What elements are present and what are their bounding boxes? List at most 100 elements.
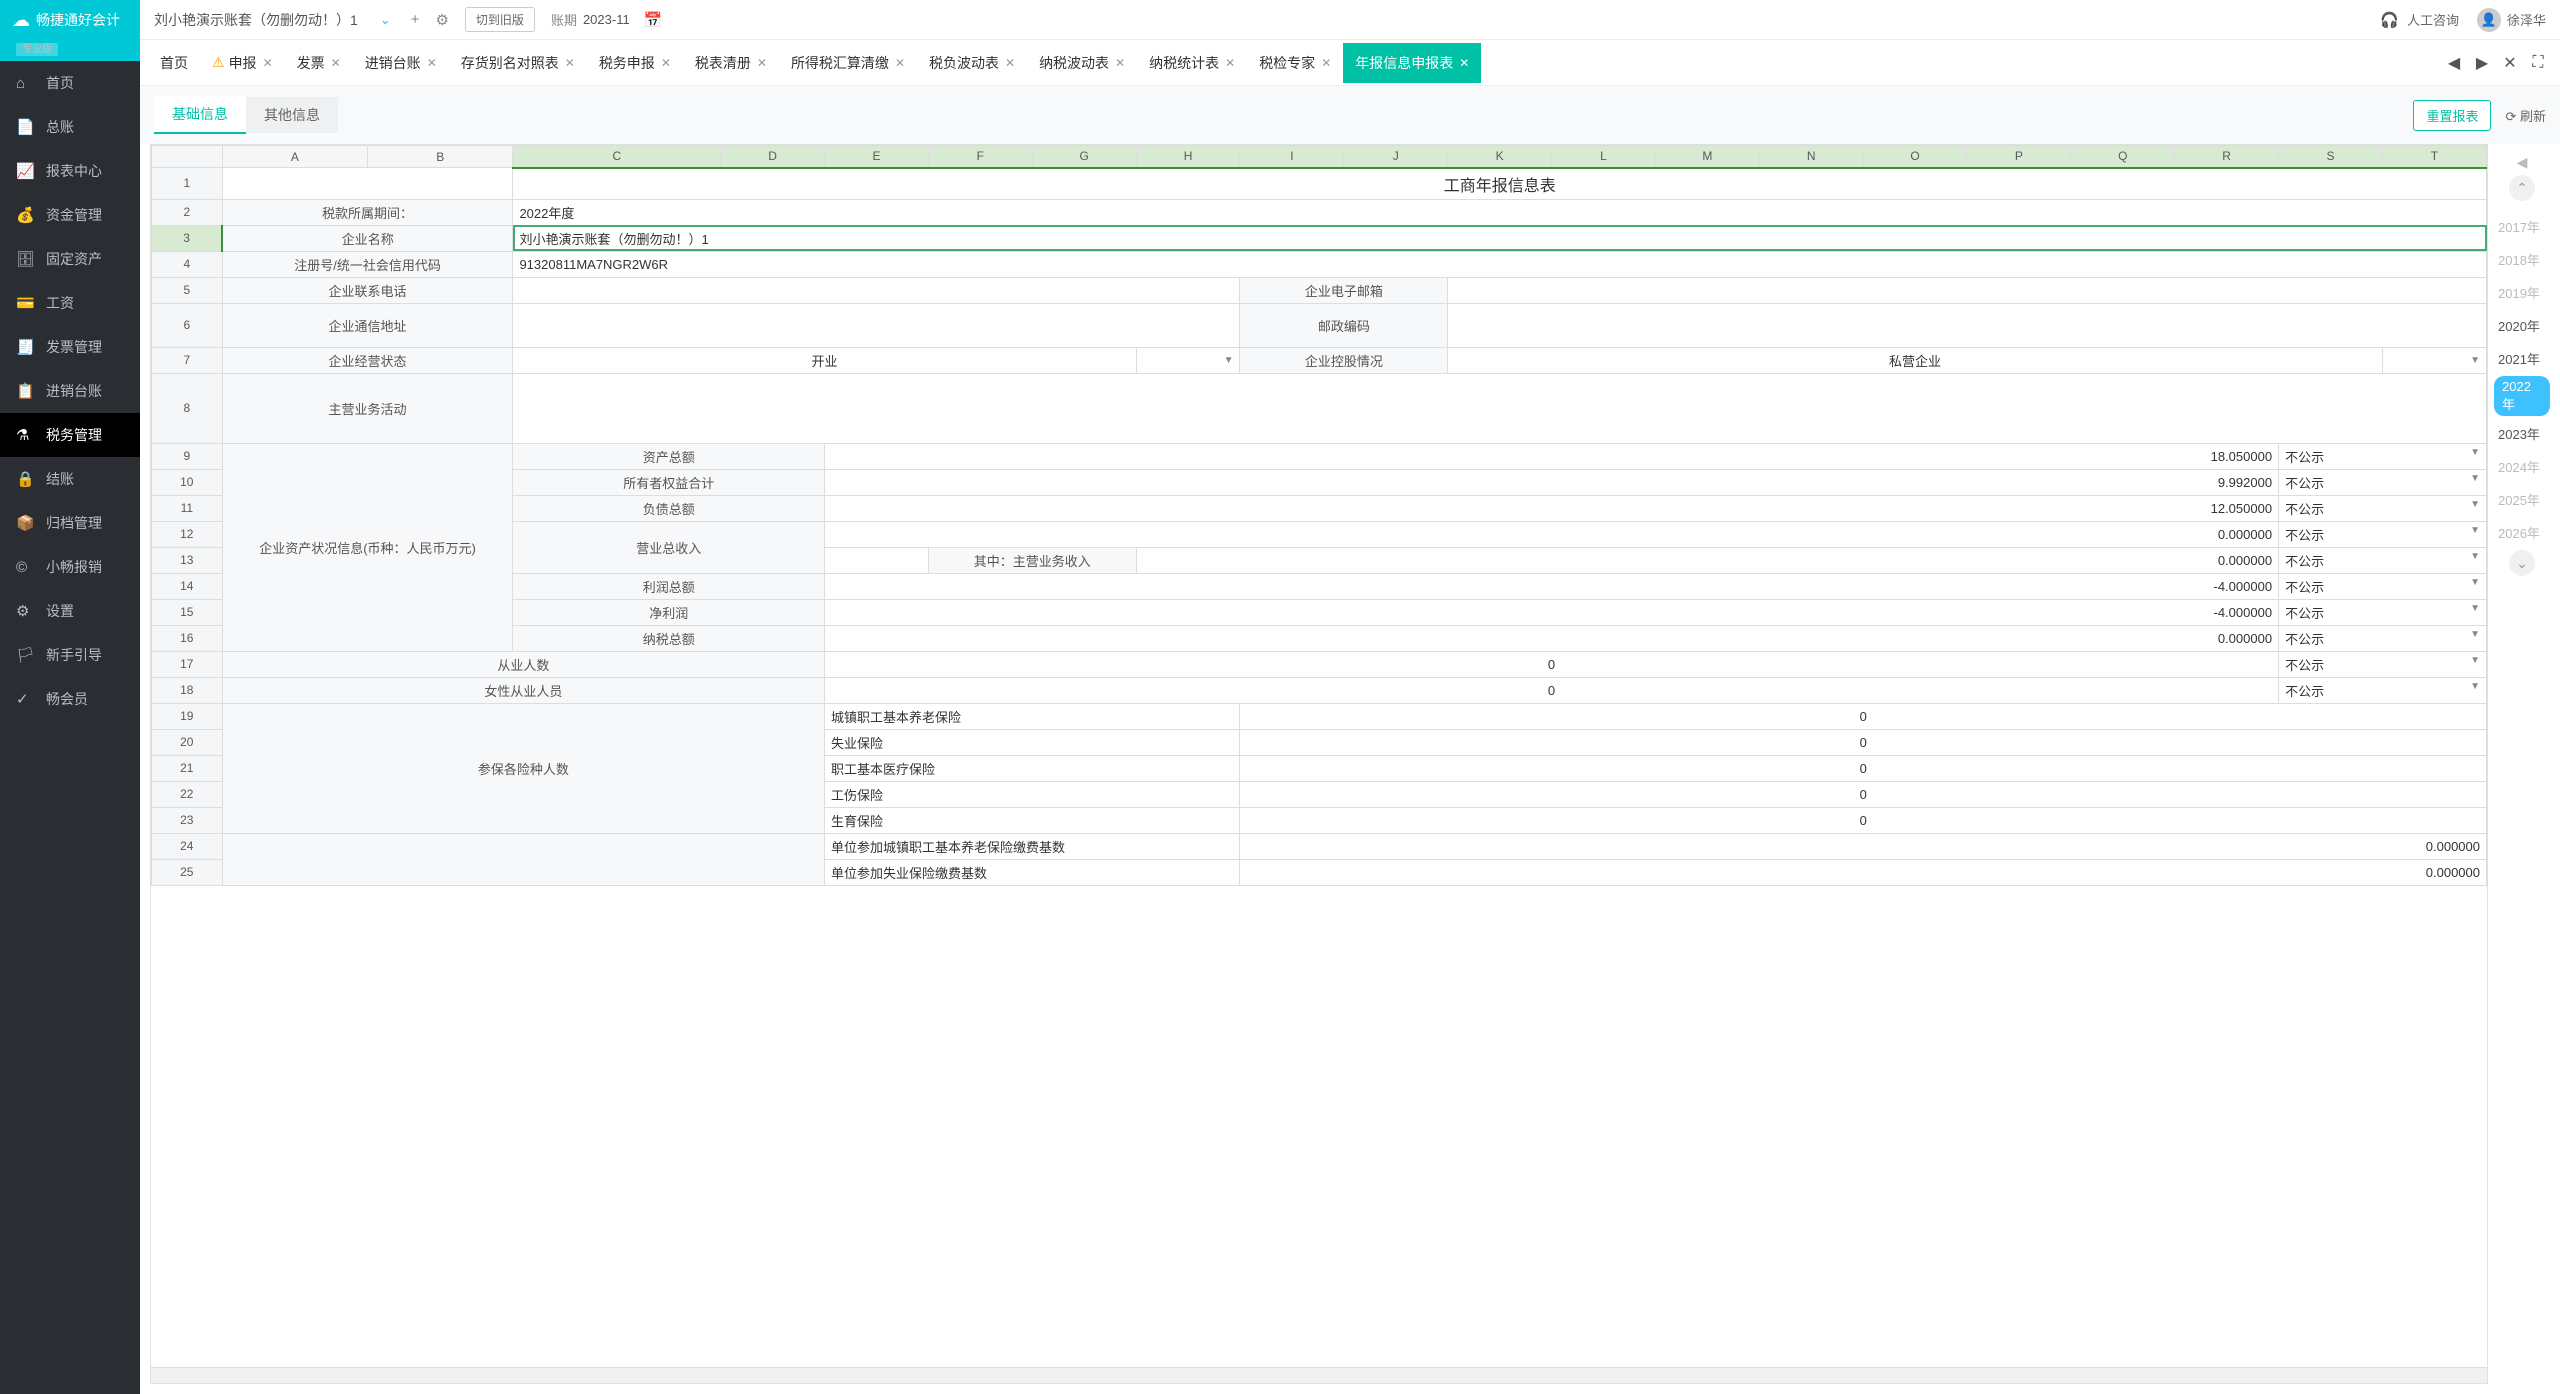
tab-9[interactable]: 纳税波动表✕: [1027, 43, 1137, 83]
year-2020年[interactable]: 2020年: [2494, 310, 2550, 341]
field-value[interactable]: 失业保险: [825, 729, 1240, 755]
row-header[interactable]: 3: [152, 225, 223, 251]
field-value[interactable]: 单位参加城镇职工基本养老保险缴费基数: [825, 833, 1240, 859]
col-header[interactable]: C: [513, 146, 721, 168]
field-value[interactable]: 职工基本医疗保险: [825, 755, 1240, 781]
col-header[interactable]: N: [1759, 146, 1863, 168]
username[interactable]: 徐泽华: [2507, 10, 2546, 29]
field-value[interactable]: 城镇职工基本养老保险: [825, 703, 1240, 729]
tab-12[interactable]: 年报信息申报表✕: [1343, 43, 1481, 83]
company-name-cell[interactable]: 刘小艳演示账套（勿删勿动！）1: [513, 225, 2487, 251]
field-value[interactable]: -4.000000: [825, 599, 2279, 625]
row-header[interactable]: 5: [152, 277, 223, 303]
close-icon[interactable]: ✕: [895, 56, 905, 70]
gear-icon[interactable]: ⚙: [435, 11, 448, 29]
field-value[interactable]: [1448, 277, 2487, 303]
publish-dropdown[interactable]: 不公示▼: [2279, 677, 2487, 703]
field-value[interactable]: 0.000000: [825, 521, 2279, 547]
field-value[interactable]: 0: [1240, 781, 2487, 807]
tab-1[interactable]: ⚠申报✕: [200, 43, 285, 83]
field-value[interactable]: 12.050000: [825, 495, 2279, 521]
tab-3[interactable]: 进销台账✕: [353, 43, 449, 83]
close-icon[interactable]: ✕: [565, 56, 575, 70]
year-2022年[interactable]: 2022年: [2494, 376, 2550, 416]
close-icon[interactable]: ✕: [661, 56, 671, 70]
calendar-icon[interactable]: 📅: [644, 11, 663, 29]
col-header[interactable]: S: [2279, 146, 2383, 168]
row-header[interactable]: 7: [152, 347, 223, 373]
field-value[interactable]: 生育保险: [825, 807, 1240, 833]
col-header[interactable]: K: [1448, 146, 1552, 168]
period-value[interactable]: 2023-11: [583, 12, 630, 27]
support-link[interactable]: 人工咨询: [2407, 10, 2459, 29]
field-value[interactable]: [222, 168, 513, 200]
nav-item-5[interactable]: 💳工资: [0, 281, 140, 325]
close-icon[interactable]: ✕: [1459, 56, 1469, 70]
row-header[interactable]: 1: [152, 168, 223, 200]
reset-button[interactable]: 重置报表: [2413, 100, 2491, 131]
year-2017年[interactable]: 2017年: [2494, 211, 2550, 242]
nav-item-12[interactable]: ⚙设置: [0, 589, 140, 633]
col-header[interactable]: T: [2382, 146, 2486, 168]
scroll-down-icon[interactable]: ⌄: [2509, 550, 2535, 576]
tab-2[interactable]: 发票✕: [285, 43, 353, 83]
account-selector[interactable]: 刘小艳演示账套（勿删勿动！）1: [154, 10, 358, 30]
field-value[interactable]: 0: [1240, 729, 2487, 755]
year-2026年[interactable]: 2026年: [2494, 517, 2550, 548]
row-header[interactable]: 25: [152, 859, 223, 885]
col-header[interactable]: F: [928, 146, 1032, 168]
avatar[interactable]: 👤: [2477, 8, 2501, 32]
tab-6[interactable]: 税表清册✕: [683, 43, 779, 83]
row-header[interactable]: 17: [152, 651, 223, 677]
field-value[interactable]: 0: [1240, 755, 2487, 781]
field-value[interactable]: 0: [1240, 703, 2487, 729]
row-header[interactable]: 9: [152, 443, 223, 469]
row-header[interactable]: 20: [152, 729, 223, 755]
row-header[interactable]: 21: [152, 755, 223, 781]
field-value[interactable]: 0.000000: [1136, 547, 2278, 573]
row-header[interactable]: 15: [152, 599, 223, 625]
field-value[interactable]: -4.000000: [825, 573, 2279, 599]
nav-item-11[interactable]: ©小畅报销: [0, 545, 140, 589]
publish-dropdown[interactable]: 不公示▼: [2279, 495, 2487, 521]
nav-item-10[interactable]: 📦归档管理: [0, 501, 140, 545]
col-header[interactable]: O: [1863, 146, 1967, 168]
field-value[interactable]: 18.050000: [825, 443, 2279, 469]
inner-tab-other[interactable]: 其他信息: [246, 97, 338, 133]
row-header[interactable]: 11: [152, 495, 223, 521]
field-value[interactable]: 0.000000: [1240, 859, 2487, 885]
field-value[interactable]: 0.000000: [1240, 833, 2487, 859]
col-header[interactable]: G: [1032, 146, 1136, 168]
year-2025年[interactable]: 2025年: [2494, 484, 2550, 515]
close-icon[interactable]: ✕: [1321, 56, 1331, 70]
tab-0[interactable]: 首页: [148, 43, 200, 83]
row-header[interactable]: 10: [152, 469, 223, 495]
col-header[interactable]: J: [1344, 146, 1448, 168]
close-icon[interactable]: ✕: [331, 56, 341, 70]
collapse-left-icon[interactable]: ◀: [2517, 154, 2528, 171]
nav-item-6[interactable]: 🧾发票管理: [0, 325, 140, 369]
row-header[interactable]: 13: [152, 547, 223, 573]
close-icon[interactable]: ✕: [1225, 56, 1235, 70]
nav-item-9[interactable]: 🔒结账: [0, 457, 140, 501]
nav-item-1[interactable]: 📄总账: [0, 105, 140, 149]
close-icon[interactable]: ✕: [757, 56, 767, 70]
col-header[interactable]: H: [1136, 146, 1240, 168]
row-header[interactable]: 18: [152, 677, 223, 703]
nav-item-4[interactable]: 🗄固定资产: [0, 237, 140, 281]
row-header[interactable]: 8: [152, 373, 223, 443]
headset-icon[interactable]: 🎧: [2380, 11, 2399, 29]
tab-10[interactable]: 纳税统计表✕: [1137, 43, 1247, 83]
publish-dropdown[interactable]: 不公示▼: [2279, 573, 2487, 599]
nav-item-2[interactable]: 📈报表中心: [0, 149, 140, 193]
field-value[interactable]: 单位参加失业保险缴费基数: [825, 859, 1240, 885]
col-header[interactable]: I: [1240, 146, 1344, 168]
close-icon[interactable]: ✕: [1005, 56, 1015, 70]
tab-5[interactable]: 税务申报✕: [587, 43, 683, 83]
year-2023年[interactable]: 2023年: [2494, 418, 2550, 449]
row-header[interactable]: 12: [152, 521, 223, 547]
row-header[interactable]: 14: [152, 573, 223, 599]
publish-dropdown[interactable]: 不公示▼: [2279, 469, 2487, 495]
field-value[interactable]: 91320811MA7NGR2W6R: [513, 251, 2487, 277]
field-value[interactable]: [513, 277, 1240, 303]
